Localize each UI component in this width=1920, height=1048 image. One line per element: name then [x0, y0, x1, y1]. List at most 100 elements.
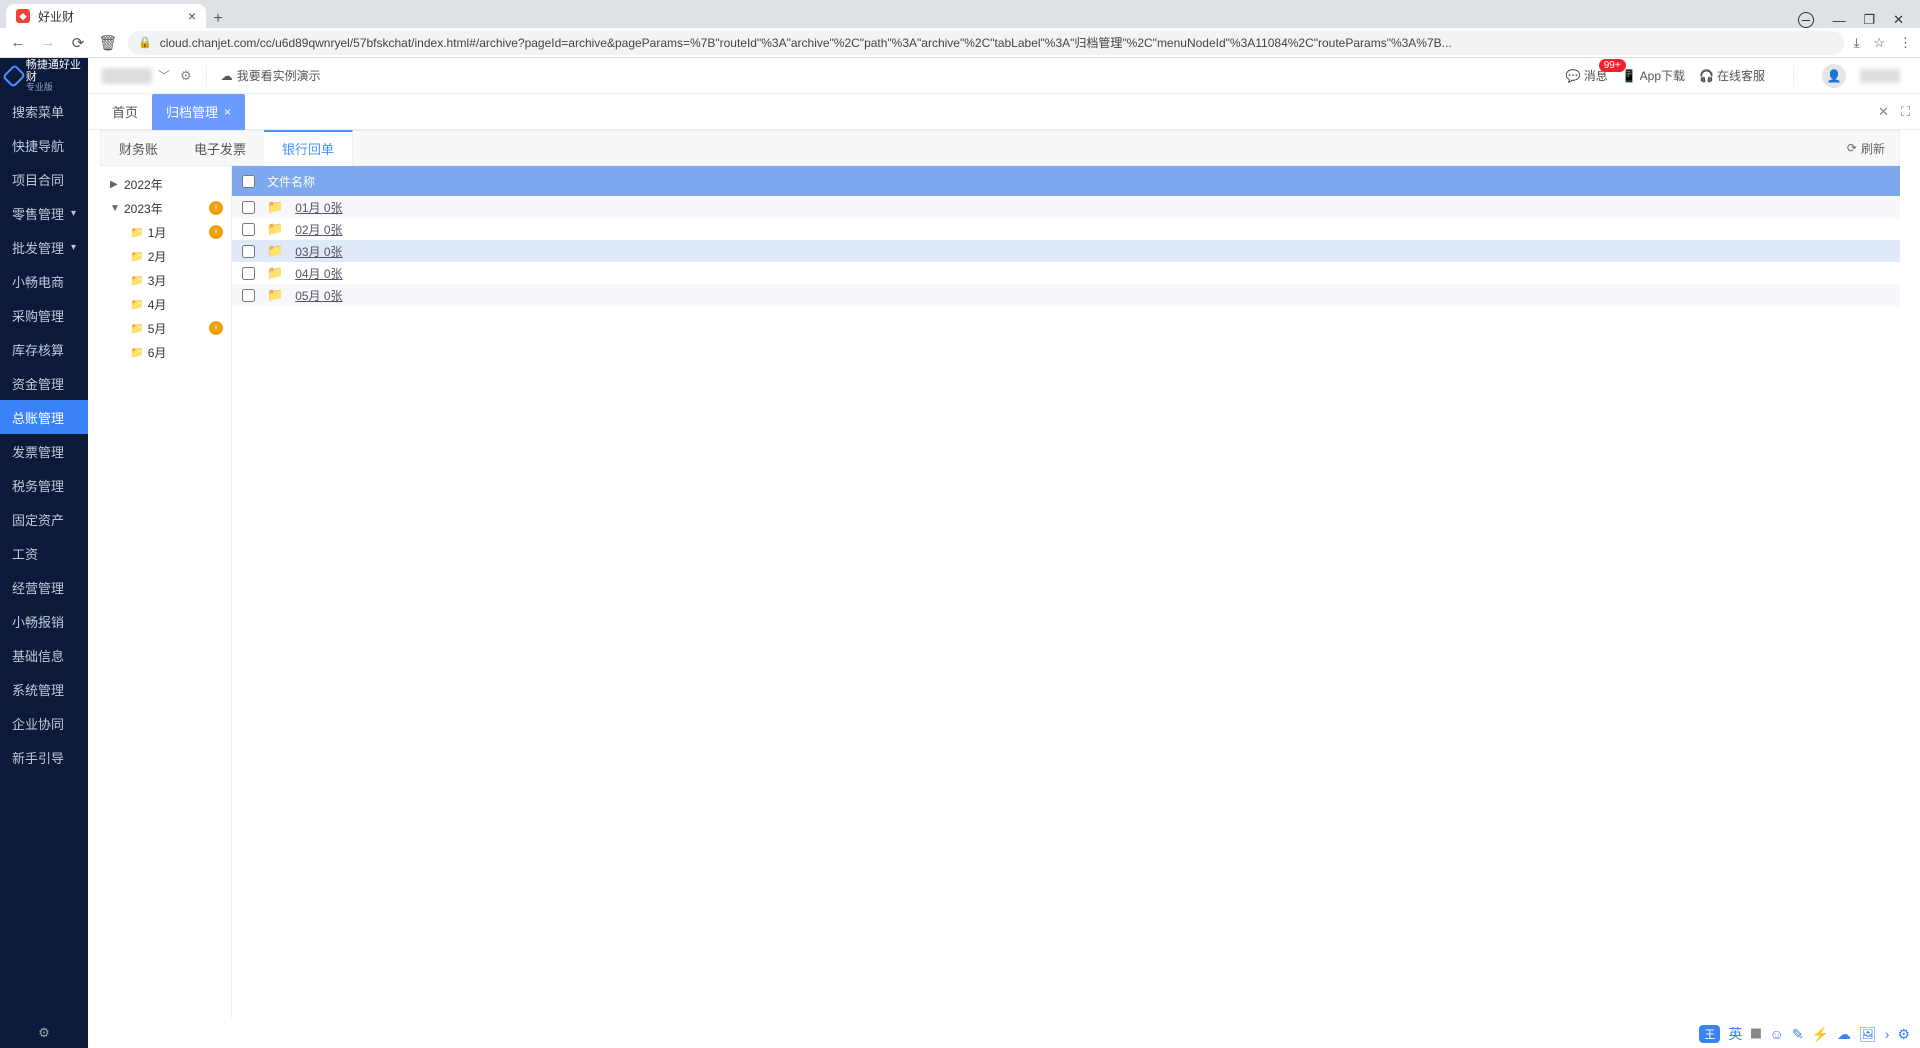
tab-archive[interactable]: 归档管理 × [152, 94, 245, 130]
account-icon[interactable] [1798, 12, 1814, 28]
install-app-icon[interactable]: ⤓ [1854, 35, 1860, 51]
sidebar-item[interactable]: 系统管理 [0, 672, 88, 706]
sidebar-item[interactable]: 工资 [0, 536, 88, 570]
table-row[interactable]: 📁02月 0张 [232, 218, 1900, 240]
table-row[interactable]: 📁01月 0张 [232, 196, 1900, 218]
fullscreen-icon[interactable]: ⛶ [1901, 104, 1910, 120]
subtab-bankreceipt[interactable]: 银行回单 [264, 130, 353, 166]
table-row[interactable]: 📁04月 0张 [232, 262, 1900, 284]
org-selector[interactable]: ﹀ [102, 67, 170, 84]
sidebar-item[interactable]: 经营管理 [0, 570, 88, 604]
sidebar-item[interactable]: 采购管理 [0, 298, 88, 332]
row-checkbox[interactable] [242, 201, 255, 214]
close-window-icon[interactable]: ✕ [1893, 12, 1904, 28]
file-link[interactable]: 04月 0张 [295, 265, 342, 282]
close-tab-icon[interactable]: × [224, 105, 231, 119]
demo-link[interactable]: ☁ 我要看实例演示 [221, 67, 321, 84]
row-checkbox[interactable] [242, 223, 255, 236]
sidebar-item[interactable]: 项目合同 [0, 162, 88, 196]
sidebar-item[interactable]: 企业协同 [0, 706, 88, 740]
forward-icon[interactable]: → [38, 34, 58, 51]
favicon-icon: ◆ [16, 9, 30, 23]
minimize-icon[interactable]: — [1832, 13, 1845, 28]
tree-node-month[interactable]: 📁1月! [100, 220, 231, 244]
sidebar-item[interactable]: 资金管理 [0, 366, 88, 400]
tray-image-icon[interactable]: 🖼 [1859, 1026, 1877, 1043]
cloud-icon: ☁ [221, 69, 233, 83]
logo-sub: 专业版 [26, 83, 82, 93]
tab-home[interactable]: 首页 [98, 94, 152, 130]
sidebar-item[interactable]: 新手引导 [0, 740, 88, 774]
star-icon[interactable]: ☆ [1873, 35, 1885, 51]
sidebar-item[interactable]: 小畅报销 [0, 604, 88, 638]
tray-cloud-icon[interactable]: ☁ [1837, 1026, 1851, 1043]
tree-node-month[interactable]: 📁5月! [100, 316, 231, 340]
app-download-button[interactable]: 📱 App下载 [1622, 67, 1685, 84]
col-filename: 文件名称 [267, 173, 315, 190]
reload-icon[interactable]: ⟳ [68, 34, 88, 52]
table-row[interactable]: 📁05月 0张 [232, 284, 1900, 306]
sidebar-item[interactable]: 搜索菜单 [0, 94, 88, 128]
sidebar-item[interactable]: 税务管理 [0, 468, 88, 502]
refresh-button[interactable]: ⟳ 刷新 [1847, 140, 1885, 157]
table-row[interactable]: 📁03月 0张 [232, 240, 1900, 262]
tray-bolt-icon[interactable]: ⚡ [1812, 1026, 1829, 1043]
folder-icon: 📁 [130, 226, 144, 239]
sidebar-item-label: 基础信息 [12, 646, 64, 665]
sidebar-item[interactable]: 批发管理▾ [0, 230, 88, 264]
row-checkbox[interactable] [242, 245, 255, 258]
folder-icon: 📁 [130, 274, 144, 287]
sidebar-item[interactable]: 基础信息 [0, 638, 88, 672]
logo-icon [2, 64, 26, 88]
ime-lang[interactable]: 英 [1728, 1024, 1742, 1044]
sidebar-item[interactable]: 小畅电商 [0, 264, 88, 298]
sidebar-item[interactable]: 发票管理 [0, 434, 88, 468]
avatar[interactable]: 👤 [1822, 64, 1846, 88]
browser-tab[interactable]: ◆ 好业财 × [6, 4, 206, 28]
url-bar[interactable]: 🔒 cloud.chanjet.com/cc/u6d89qwnryel/57bf… [128, 31, 1844, 55]
warning-badge-icon: ! [209, 321, 223, 335]
tray-gear-icon[interactable]: ⚙ [1897, 1026, 1910, 1043]
tree-node-month[interactable]: 📁2月 [100, 244, 231, 268]
messages-button[interactable]: 💬 消息 99+ [1566, 67, 1608, 84]
sidebar-settings-icon[interactable]: ⚙ [0, 1018, 88, 1048]
sub-tabs: 财务账 电子发票 银行回单 ⟳ 刷新 [100, 130, 1900, 166]
username-blur [1860, 69, 1900, 83]
row-checkbox[interactable] [242, 289, 255, 302]
close-tab-icon[interactable]: × [188, 8, 196, 24]
ime-badge[interactable]: 王 [1699, 1025, 1720, 1043]
tree-node-month[interactable]: 📁4月 [100, 292, 231, 316]
tray-smile-icon[interactable]: ☺ [1770, 1026, 1784, 1042]
tree-node-2022[interactable]: ▶ 2022年 [100, 172, 231, 196]
sidebar-item[interactable]: 零售管理▾ [0, 196, 88, 230]
file-link[interactable]: 05月 0张 [295, 287, 342, 304]
sidebar-item[interactable]: 固定资产 [0, 502, 88, 536]
online-service-button[interactable]: 🎧 在线客服 [1699, 67, 1765, 84]
tree-node-month[interactable]: 📁3月 [100, 268, 231, 292]
gear-icon[interactable]: ⚙ [180, 68, 192, 84]
back-icon[interactable]: ← [8, 34, 28, 51]
sidebar-item[interactable]: 总账管理 [0, 400, 88, 434]
window-controls: — ❐ ✕ [1782, 12, 1920, 28]
maximize-icon[interactable]: ❐ [1863, 12, 1875, 28]
new-tab-button[interactable]: + [206, 10, 230, 28]
tree-node-2023[interactable]: ▼ 2023年 ! [100, 196, 231, 220]
select-all-checkbox[interactable] [242, 175, 255, 188]
trash-icon[interactable]: 🗑 [98, 34, 118, 52]
subtab-finance[interactable]: 财务账 [101, 130, 176, 166]
tree-month-label: 1月 [148, 224, 167, 241]
tray-chevron-icon[interactable]: › [1885, 1026, 1890, 1042]
tray-icon[interactable]: ⯀ [1750, 1026, 1761, 1043]
sidebar-item[interactable]: 库存核算 [0, 332, 88, 366]
close-all-tabs-icon[interactable]: ✕ [1878, 104, 1889, 120]
tray-edit-icon[interactable]: ✎ [1792, 1026, 1804, 1043]
file-link[interactable]: 02月 0张 [295, 221, 342, 238]
file-link[interactable]: 01月 0张 [295, 199, 342, 216]
subtab-einvoice[interactable]: 电子发票 [176, 130, 264, 166]
row-checkbox[interactable] [242, 267, 255, 280]
sidebar-item[interactable]: 快捷导航 [0, 128, 88, 162]
tree-node-month[interactable]: 📁6月 [100, 340, 231, 364]
file-link[interactable]: 03月 0张 [295, 243, 342, 260]
kebab-menu-icon[interactable]: ⋮ [1899, 35, 1912, 51]
caret-right-icon: ▶ [110, 179, 120, 190]
